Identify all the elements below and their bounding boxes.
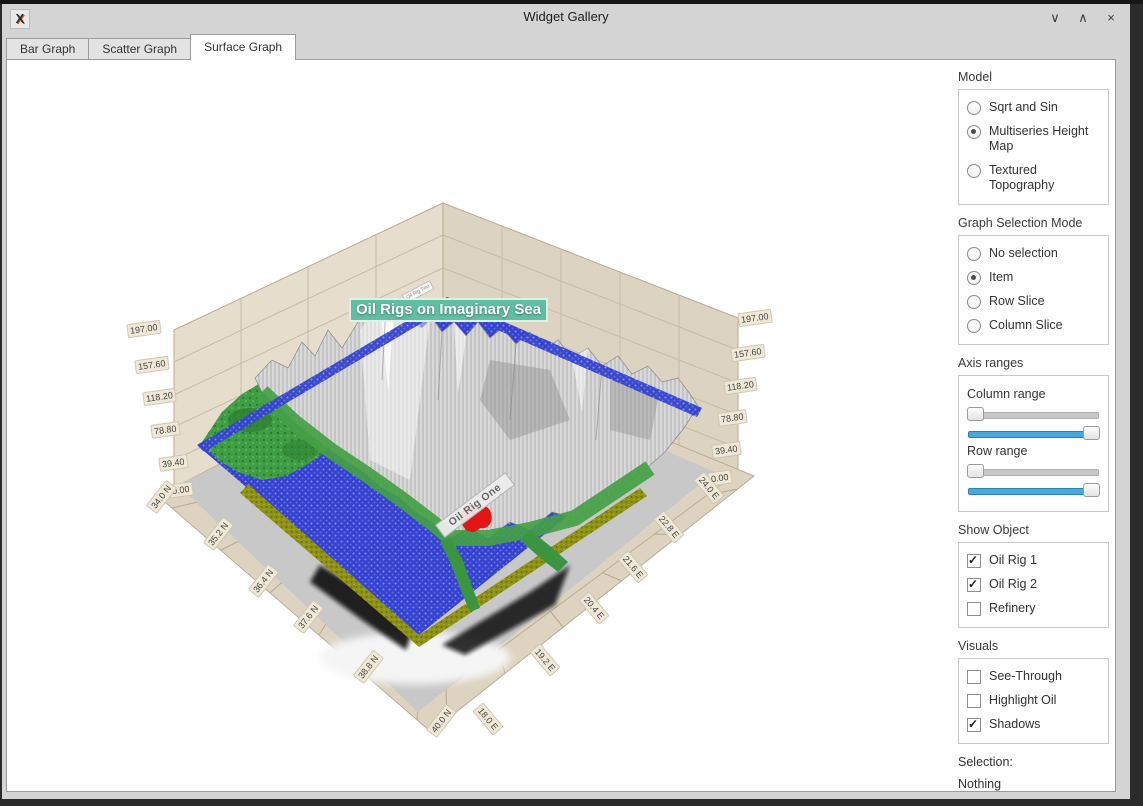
tab-scatter-graph[interactable]: Scatter Graph bbox=[88, 38, 191, 60]
row-range-max-slider[interactable] bbox=[967, 482, 1100, 499]
checkbox-checked-icon[interactable] bbox=[967, 718, 981, 732]
surface-graph-page: 197.00 157.60 118.20 78.80 39.40 0.00 19… bbox=[6, 59, 1116, 792]
column-range-min-slider[interactable] bbox=[967, 406, 1100, 423]
checkbox-refinery[interactable]: Refinery bbox=[967, 601, 1100, 616]
column-range-label: Column range bbox=[967, 387, 1100, 401]
app-window: X Widget Gallery ∨ ∧ × Bar Graph Scatter… bbox=[2, 4, 1130, 799]
slider-handle[interactable] bbox=[967, 407, 984, 421]
slider-handle[interactable] bbox=[967, 464, 984, 478]
slider-handle[interactable] bbox=[1083, 483, 1100, 497]
radio-item[interactable]: Item bbox=[967, 270, 1100, 285]
radio-column-slice[interactable]: Column Slice bbox=[967, 318, 1100, 333]
show-object-group: Oil Rig 1 Oil Rig 2 Refinery bbox=[958, 542, 1109, 628]
radio-row-slice[interactable]: Row Slice bbox=[967, 294, 1100, 309]
tab-bar-graph[interactable]: Bar Graph bbox=[6, 38, 89, 60]
window-title: Widget Gallery bbox=[2, 9, 1130, 24]
slider-groove-filled[interactable] bbox=[968, 488, 1099, 495]
checkbox-shadows[interactable]: Shadows bbox=[967, 717, 1100, 732]
row-range-label: Row range bbox=[967, 444, 1100, 458]
visuals-group-label: Visuals bbox=[958, 639, 1109, 653]
model-group-label: Model bbox=[958, 70, 1109, 84]
model-group: Sqrt and Sin Multiseries Height Map Text… bbox=[958, 89, 1109, 205]
visuals-group: See-Through Highlight Oil Shadows bbox=[958, 658, 1109, 744]
maximize-button[interactable]: ∧ bbox=[1074, 7, 1092, 29]
slider-handle[interactable] bbox=[1083, 426, 1100, 440]
radio-icon[interactable] bbox=[967, 101, 981, 115]
chart-title: Oil Rigs on Imaginary Sea bbox=[349, 298, 548, 322]
checkbox-checked-icon[interactable] bbox=[967, 554, 981, 568]
axis-ranges-group-label: Axis ranges bbox=[958, 356, 1109, 370]
selection-mode-group: No selection Item Row Slice Column Slice bbox=[958, 235, 1109, 345]
radio-textured-topography[interactable]: Textured Topography bbox=[967, 163, 1100, 193]
title-bar[interactable]: X Widget Gallery ∨ ∧ × bbox=[2, 4, 1130, 33]
checkbox-oil-rig-1[interactable]: Oil Rig 1 bbox=[967, 553, 1100, 568]
checkbox-highlight-oil[interactable]: Highlight Oil bbox=[967, 693, 1100, 708]
control-sidebar: Model Sqrt and Sin Multiseries Height Ma… bbox=[949, 60, 1115, 791]
checkbox-checked-icon[interactable] bbox=[967, 578, 981, 592]
radio-icon[interactable] bbox=[967, 295, 981, 309]
minimize-button[interactable]: ∨ bbox=[1046, 7, 1064, 29]
surface-chart-viewport[interactable]: 197.00 157.60 118.20 78.80 39.40 0.00 19… bbox=[7, 60, 949, 791]
checkbox-icon[interactable] bbox=[967, 694, 981, 708]
checkbox-see-through[interactable]: See-Through bbox=[967, 669, 1100, 684]
tab-bar: Bar Graph Scatter Graph Surface Graph bbox=[6, 34, 1116, 60]
axis-ranges-group: Column range Row range bbox=[958, 375, 1109, 512]
show-object-group-label: Show Object bbox=[958, 523, 1109, 537]
radio-icon[interactable] bbox=[967, 247, 981, 261]
close-button[interactable]: × bbox=[1102, 7, 1120, 29]
selection-mode-group-label: Graph Selection Mode bbox=[958, 216, 1109, 230]
checkbox-icon[interactable] bbox=[967, 602, 981, 616]
radio-no-selection[interactable]: No selection bbox=[967, 246, 1100, 261]
checkbox-oil-rig-2[interactable]: Oil Rig 2 bbox=[967, 577, 1100, 592]
radio-selected-icon[interactable] bbox=[967, 271, 981, 285]
slider-groove[interactable] bbox=[968, 469, 1099, 476]
checkbox-icon[interactable] bbox=[967, 670, 981, 684]
slider-groove[interactable] bbox=[968, 412, 1099, 419]
row-range-min-slider[interactable] bbox=[967, 463, 1100, 480]
radio-icon[interactable] bbox=[967, 164, 981, 178]
radio-multiseries-height-map[interactable]: Multiseries Height Map bbox=[967, 124, 1100, 154]
selection-label: Selection: bbox=[958, 755, 1109, 769]
selection-value: Nothing bbox=[958, 777, 1109, 791]
tab-surface-graph[interactable]: Surface Graph bbox=[190, 34, 296, 60]
column-range-max-slider[interactable] bbox=[967, 425, 1100, 442]
radio-sqrt-and-sin[interactable]: Sqrt and Sin bbox=[967, 100, 1100, 115]
radio-icon[interactable] bbox=[967, 319, 981, 333]
radio-selected-icon[interactable] bbox=[967, 125, 981, 139]
slider-groove-filled[interactable] bbox=[968, 431, 1099, 438]
